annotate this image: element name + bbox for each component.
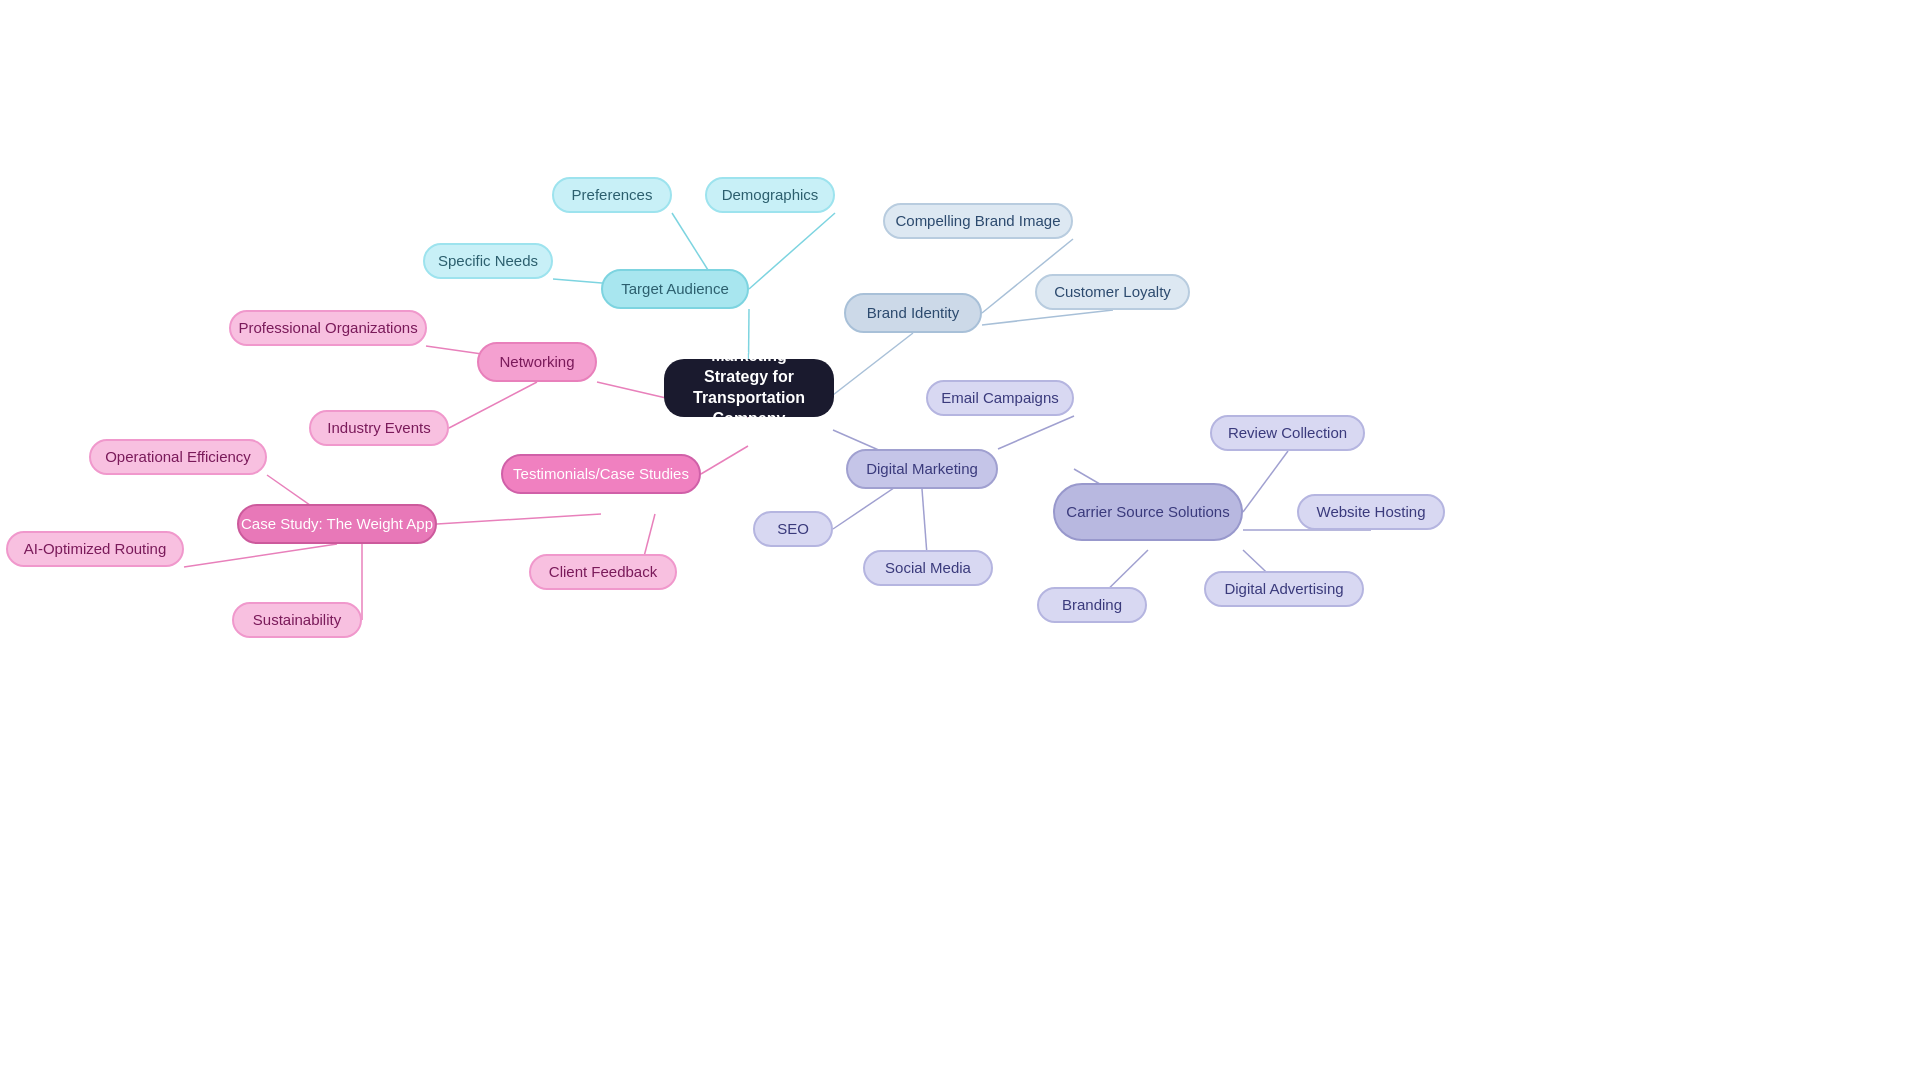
svg-line-18: [449, 382, 537, 428]
branding-node[interactable]: Branding: [1037, 587, 1147, 623]
svg-line-19: [701, 446, 748, 474]
brand-identity-node[interactable]: Brand Identity: [844, 293, 982, 333]
customer-loyalty-node[interactable]: Customer Loyalty: [1035, 274, 1190, 310]
preferences-node[interactable]: Preferences: [552, 177, 672, 213]
demographics-node[interactable]: Demographics: [705, 177, 835, 213]
svg-line-23: [184, 544, 337, 567]
website-hosting-node[interactable]: Website Hosting: [1297, 494, 1445, 530]
compelling-brand-node[interactable]: Compelling Brand Image: [883, 203, 1073, 239]
review-collection-node[interactable]: Review Collection: [1210, 415, 1365, 451]
networking-node[interactable]: Networking: [477, 342, 597, 382]
svg-line-12: [1243, 451, 1288, 512]
social-media-node[interactable]: Social Media: [863, 550, 993, 586]
testimonials-node[interactable]: Testimonials/Case Studies: [501, 454, 701, 494]
sustainability-node[interactable]: Sustainability: [232, 602, 362, 638]
operational-efficiency-node[interactable]: Operational Efficiency: [89, 439, 267, 475]
professional-orgs-node[interactable]: Professional Organizations: [229, 310, 427, 346]
case-study-node[interactable]: Case Study: The Weight App: [237, 504, 437, 544]
target-audience-node[interactable]: Target Audience: [601, 269, 749, 309]
svg-line-8: [998, 416, 1074, 449]
svg-line-2: [749, 213, 835, 289]
svg-line-21: [437, 514, 601, 524]
digital-marketing-node[interactable]: Digital Marketing: [846, 449, 998, 489]
center-node[interactable]: Marketing Strategy for Transportation Co…: [664, 359, 834, 417]
seo-node[interactable]: SEO: [753, 511, 833, 547]
svg-line-4: [833, 333, 913, 395]
digital-advertising-node[interactable]: Digital Advertising: [1204, 571, 1364, 607]
ai-routing-node[interactable]: AI-Optimized Routing: [6, 531, 184, 567]
carrier-source-node[interactable]: Carrier Source Solutions: [1053, 483, 1243, 541]
industry-events-node[interactable]: Industry Events: [309, 410, 449, 446]
specific-needs-node[interactable]: Specific Needs: [423, 243, 553, 279]
svg-line-6: [982, 310, 1113, 325]
client-feedback-node[interactable]: Client Feedback: [529, 554, 677, 590]
mindmap-canvas: Marketing Strategy for Transportation Co…: [0, 0, 1920, 1083]
email-campaigns-node[interactable]: Email Campaigns: [926, 380, 1074, 416]
